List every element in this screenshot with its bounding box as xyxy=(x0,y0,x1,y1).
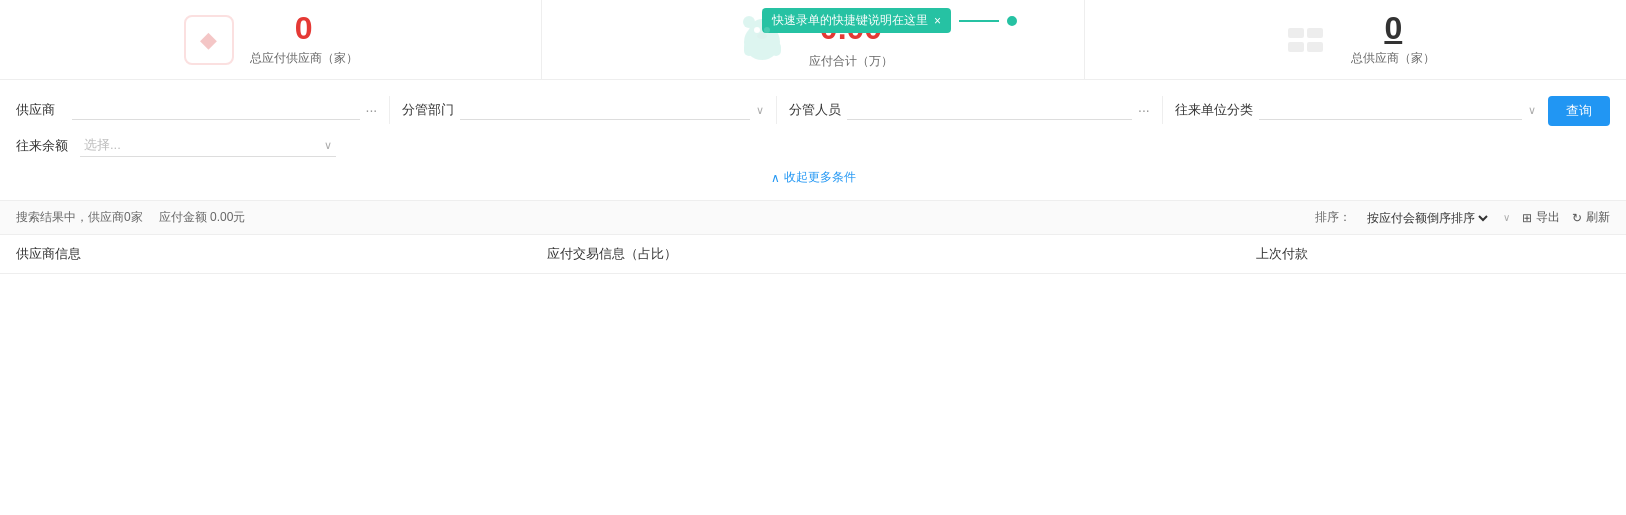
filter-row-2: 往来余额 选择... ∨ xyxy=(16,134,336,157)
stats-payable-suppliers: ◆ 0 总应付供应商（家） xyxy=(0,0,542,79)
svg-point-4 xyxy=(757,33,767,39)
collapse-row: ∧ 收起更多条件 xyxy=(16,165,1610,192)
refresh-button[interactable]: ↻ 刷新 xyxy=(1572,209,1610,226)
refresh-icon: ↻ xyxy=(1572,211,1582,225)
export-label: 导出 xyxy=(1536,209,1560,226)
dept-chevron-icon[interactable]: ∨ xyxy=(756,104,764,117)
sort-chevron-icon: ∨ xyxy=(1503,212,1510,223)
result-amount: 应付金额 0.00元 xyxy=(159,209,246,226)
dept-input[interactable] xyxy=(460,100,749,120)
diamond-icon: ◆ xyxy=(200,27,217,53)
dept-label: 分管部门 xyxy=(402,101,454,119)
divider-2 xyxy=(776,96,777,124)
sort-select[interactable]: 按应付会额倒序排序 xyxy=(1363,210,1491,226)
balance-label: 往来余额 xyxy=(16,137,68,155)
tooltip-line xyxy=(959,20,999,22)
result-actions: 排序： 按应付会额倒序排序 ∨ ⊞ 导出 ↻ 刷新 xyxy=(1315,209,1610,226)
filter-row-1: 供应商 ··· 分管部门 ∨ 分管人员 ··· 往来单位分类 ∨ 查询 xyxy=(16,94,1610,126)
sort-label: 排序： xyxy=(1315,209,1351,226)
stats-bar: ◆ 0 总应付供应商（家） 快速录单的快捷键说明在这里 × xyxy=(0,0,1626,80)
refresh-label: 刷新 xyxy=(1586,209,1610,226)
tooltip-dot xyxy=(1007,16,1017,26)
balance-chevron-icon: ∨ xyxy=(324,139,332,152)
balance-placeholder: 选择... xyxy=(84,136,121,154)
svg-rect-6 xyxy=(771,42,781,56)
total-suppliers-count: 0 xyxy=(1384,12,1402,44)
collapse-btn[interactable]: ∧ 收起更多条件 xyxy=(771,169,856,186)
collapse-label: 收起更多条件 xyxy=(784,169,856,186)
svg-rect-5 xyxy=(744,42,754,56)
result-summary: 搜索结果中，供应商0家 应付金额 0.00元 xyxy=(16,209,245,226)
table-body xyxy=(0,274,1626,515)
payable-suppliers-count: 0 xyxy=(295,12,313,44)
person-input[interactable] xyxy=(847,100,1133,120)
filter-dept: 分管部门 ∨ xyxy=(402,100,763,120)
result-bar: 搜索结果中，供应商0家 应付金额 0.00元 排序： 按应付会额倒序排序 ∨ ⊞… xyxy=(0,201,1626,235)
table-header: 供应商信息 应付交易信息（占比） 上次付款 xyxy=(0,235,1626,274)
ghost-icon xyxy=(735,12,790,67)
stats-payable-total: 快速录单的快捷键说明在这里 × 0 xyxy=(542,0,1084,79)
filter-supplier: 供应商 ··· xyxy=(16,100,377,120)
col-supplier-header: 供应商信息 xyxy=(16,245,547,263)
export-icon: ⊞ xyxy=(1522,211,1532,225)
filter-bar: 供应商 ··· 分管部门 ∨ 分管人员 ··· 往来单位分类 ∨ 查询 往来 xyxy=(0,80,1626,201)
supplier-label: 供应商 xyxy=(16,101,66,119)
tooltip-wrap: 快速录单的快捷键说明在这里 × xyxy=(762,8,1017,33)
payable-total-label: 应付合计（万） xyxy=(809,53,893,70)
supplier-dots-btn[interactable]: ··· xyxy=(366,102,378,118)
col-transaction-header: 应付交易信息（占比） xyxy=(547,245,1255,263)
person-dots-btn[interactable]: ··· xyxy=(1138,102,1150,118)
svg-point-3 xyxy=(764,27,770,33)
total-suppliers-label: 总供应商（家） xyxy=(1351,50,1435,67)
filter-person: 分管人员 ··· xyxy=(789,100,1150,120)
unit-class-label: 往来单位分类 xyxy=(1175,101,1253,119)
tooltip-text: 快速录单的快捷键说明在这里 xyxy=(772,12,928,29)
export-button[interactable]: ⊞ 导出 xyxy=(1522,209,1560,226)
person-label: 分管人员 xyxy=(789,101,841,119)
stats-total-suppliers: 0 总供应商（家） xyxy=(1085,0,1626,79)
tooltip-close-btn[interactable]: × xyxy=(934,14,941,28)
unit-class-chevron-icon[interactable]: ∨ xyxy=(1528,104,1536,117)
unit-class-input[interactable] xyxy=(1259,100,1522,120)
balance-select[interactable]: 选择... ∨ xyxy=(80,134,336,157)
payable-suppliers-label: 总应付供应商（家） xyxy=(250,50,358,67)
result-supplier-count: 搜索结果中，供应商0家 xyxy=(16,209,143,226)
supplier-input[interactable] xyxy=(72,100,360,120)
collapse-arrow-icon: ∧ xyxy=(771,171,780,185)
svg-point-2 xyxy=(754,27,760,33)
col-payment-header: 上次付款 xyxy=(1256,245,1610,263)
svg-point-7 xyxy=(743,16,755,28)
filter-unit-class: 往来单位分类 ∨ xyxy=(1175,100,1536,120)
divider-1 xyxy=(389,96,390,124)
query-button[interactable]: 查询 xyxy=(1548,96,1610,126)
divider-3 xyxy=(1162,96,1163,124)
